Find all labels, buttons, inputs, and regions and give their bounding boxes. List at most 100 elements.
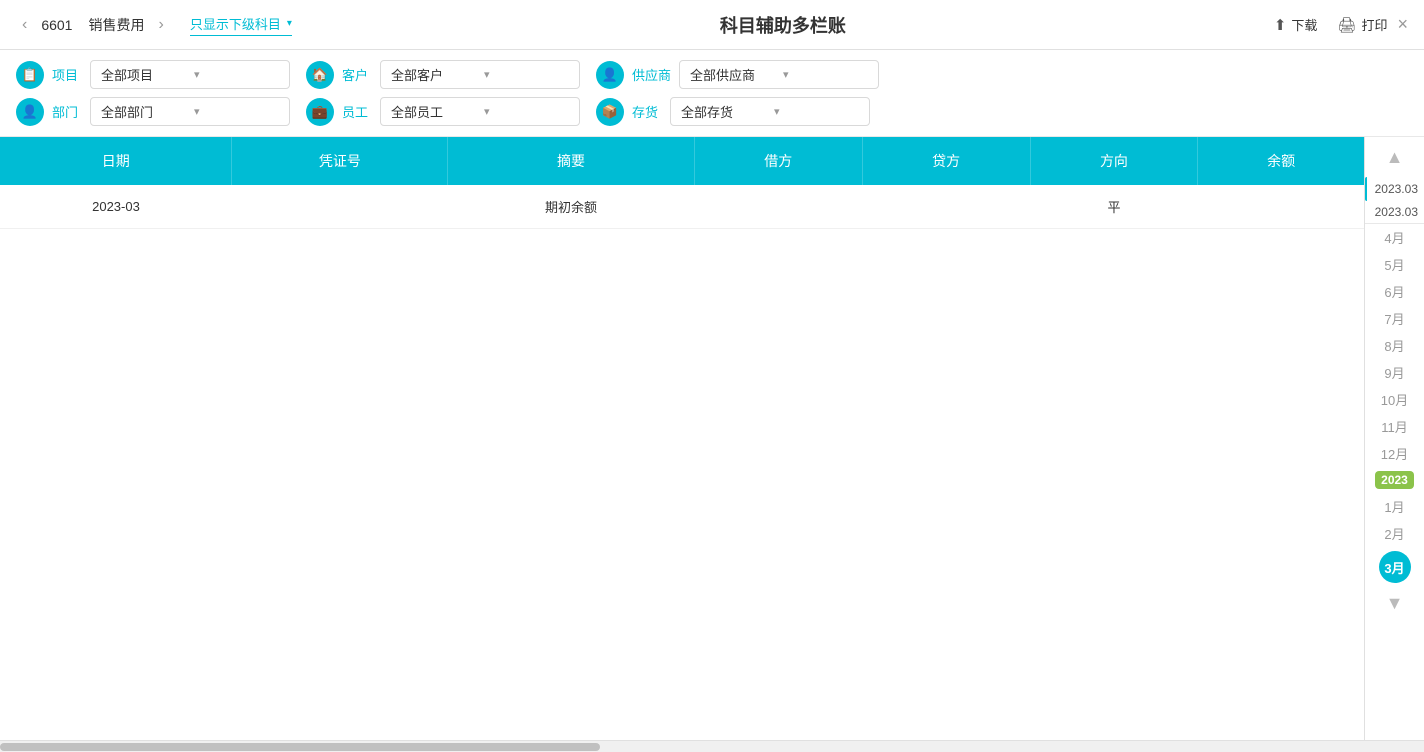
filter-item-supplier: 👤 供应商 全部供应商 ▾ — [596, 60, 879, 89]
project-label: 项目 — [52, 65, 82, 84]
sidebar-month-item[interactable]: 3月 — [1365, 547, 1424, 587]
inventory-icon: 📦 — [596, 98, 624, 126]
inventory-label: 存货 — [632, 102, 662, 121]
filter-item-employee: 💼 员工 全部员工 ▾ — [306, 97, 580, 126]
print-label: 打印 — [1361, 15, 1387, 34]
col-debit: 借方 — [694, 137, 862, 185]
sidebar-month-item[interactable]: 5月 — [1365, 251, 1424, 278]
sidebar-month-item[interactable]: 8月 — [1365, 332, 1424, 359]
employee-label: 员工 — [342, 102, 372, 121]
customer-chevron-icon: ▾ — [484, 68, 569, 81]
department-value: 全部部门 — [101, 102, 186, 121]
cell-balance — [1198, 185, 1364, 229]
col-summary: 摘要 — [448, 137, 695, 185]
table-header: 日期 凭证号 摘要 借方 贷方 方向 余额 — [0, 137, 1364, 185]
sidebar-month-item[interactable]: 9月 — [1365, 359, 1424, 386]
main-area: 日期 凭证号 摘要 借方 贷方 方向 余额 2023-03 期初余额 平 ▲ — [0, 137, 1424, 740]
right-sidebar: ▲ 2023.03 2023.03 4月5月6月7月8月9月10月11月12月2… — [1364, 137, 1424, 740]
download-button[interactable]: ⬆ 下载 — [1274, 15, 1318, 34]
prev-account-button[interactable]: ‹ — [16, 14, 33, 36]
account-name: 销售费用 — [88, 15, 144, 35]
customer-icon: 🏠 — [306, 61, 334, 89]
table-body: 2023-03 期初余额 平 — [0, 185, 1364, 229]
cell-direction: 平 — [1030, 185, 1198, 229]
filter-item-department: 👤 部门 全部部门 ▾ — [16, 97, 290, 126]
supplier-value: 全部供应商 — [690, 65, 775, 84]
sidebar-date-2: 2023.03 — [1365, 205, 1424, 219]
department-icon: 👤 — [16, 98, 44, 126]
supplier-chevron-icon: ▾ — [783, 68, 868, 81]
filter-item-inventory: 📦 存货 全部存货 ▾ — [596, 97, 870, 126]
filter-row-2: 👤 部门 全部部门 ▾ 💼 员工 全部员工 ▾ 📦 存货 — [16, 97, 1408, 126]
sidebar-date-1: 2023.03 — [1365, 177, 1424, 201]
inventory-value: 全部存货 — [681, 102, 766, 121]
cell-voucher — [232, 185, 448, 229]
employee-select[interactable]: 全部员工 ▾ — [380, 97, 580, 126]
print-icon: 🖨 — [1337, 16, 1356, 34]
col-voucher: 凭证号 — [232, 137, 448, 185]
cell-debit — [694, 185, 862, 229]
sidebar-date-label-1: 2023.03 — [1369, 182, 1424, 196]
sidebar-month-item[interactable]: 2月 — [1365, 520, 1424, 547]
sidebar-month-item[interactable]: 7月 — [1365, 305, 1424, 332]
scroll-down-button[interactable]: ▼ — [1379, 587, 1411, 619]
supplier-label: 供应商 — [632, 65, 671, 84]
customer-select[interactable]: 全部客户 ▾ — [380, 60, 580, 89]
project-value: 全部项目 — [101, 65, 186, 84]
department-select[interactable]: 全部部门 ▾ — [90, 97, 290, 126]
project-icon: 📋 — [16, 61, 44, 89]
filter-item-project: 📋 项目 全部项目 ▾ — [16, 60, 290, 89]
scrollbar-thumb — [0, 743, 600, 751]
scroll-up-button[interactable]: ▲ — [1379, 141, 1411, 173]
toolbar-actions: ⬆ 下载 🖨 打印 — [1274, 15, 1388, 34]
download-icon: ⬆ — [1274, 16, 1287, 34]
filter-row-1: 📋 项目 全部项目 ▾ 🏠 客户 全部客户 ▾ 👤 供应商 — [16, 60, 1408, 89]
cell-date: 2023-03 — [0, 185, 232, 229]
col-direction: 方向 — [1030, 137, 1198, 185]
download-label: 下载 — [1291, 15, 1317, 34]
sidebar-month-item[interactable]: 10月 — [1365, 386, 1424, 413]
next-account-button[interactable]: › — [152, 14, 169, 36]
page-title: 科目辅助多栏账 — [292, 12, 1274, 38]
table-row[interactable]: 2023-03 期初余额 平 — [0, 185, 1364, 229]
sidebar-months: 4月5月6月7月8月9月10月11月12月20231月2月3月 — [1365, 224, 1424, 587]
inventory-select[interactable]: 全部存货 ▾ — [670, 97, 870, 126]
col-date: 日期 — [0, 137, 232, 185]
print-button[interactable]: 🖨 打印 — [1337, 15, 1387, 34]
customer-label: 客户 — [342, 65, 372, 84]
active-indicator-1 — [1365, 177, 1367, 201]
bottom-scrollbar[interactable] — [0, 740, 1424, 752]
inventory-chevron-icon: ▾ — [774, 105, 859, 118]
supplier-select[interactable]: 全部供应商 ▾ — [679, 60, 879, 89]
filter-item-customer: 🏠 客户 全部客户 ▾ — [306, 60, 580, 89]
sidebar-date-label-2: 2023.03 — [1369, 205, 1424, 219]
col-credit: 贷方 — [862, 137, 1030, 185]
department-label: 部门 — [52, 102, 82, 121]
sidebar-year-badge: 2023 — [1365, 467, 1424, 493]
sidebar-month-item[interactable]: 1月 — [1365, 493, 1424, 520]
show-sub-label: 只显示下级科目 — [190, 14, 281, 33]
col-balance: 余额 — [1198, 137, 1364, 185]
data-table: 日期 凭证号 摘要 借方 贷方 方向 余额 2023-03 期初余额 平 — [0, 137, 1364, 229]
supplier-icon: 👤 — [596, 61, 624, 89]
employee-value: 全部员工 — [391, 102, 476, 121]
show-sub-button[interactable]: 只显示下级科目 ▾ — [190, 14, 292, 36]
project-select[interactable]: 全部项目 ▾ — [90, 60, 290, 89]
sidebar-dates-section: 2023.03 2023.03 — [1365, 173, 1424, 224]
table-area[interactable]: 日期 凭证号 摘要 借方 贷方 方向 余额 2023-03 期初余额 平 — [0, 137, 1364, 740]
main-window: ‹ 6601 销售费用 › 只显示下级科目 ▾ 科目辅助多栏账 ⬆ 下载 🖨 打… — [0, 0, 1424, 752]
department-chevron-icon: ▾ — [194, 105, 279, 118]
project-chevron-icon: ▾ — [194, 68, 279, 81]
close-button[interactable]: × — [1397, 14, 1408, 35]
employee-icon: 💼 — [306, 98, 334, 126]
title-bar: ‹ 6601 销售费用 › 只显示下级科目 ▾ 科目辅助多栏账 ⬆ 下载 🖨 打… — [0, 0, 1424, 50]
filter-area: 📋 项目 全部项目 ▾ 🏠 客户 全部客户 ▾ 👤 供应商 — [0, 50, 1424, 137]
sidebar-month-item[interactable]: 12月 — [1365, 440, 1424, 467]
cell-summary: 期初余额 — [448, 185, 695, 229]
sidebar-month-item[interactable]: 4月 — [1365, 224, 1424, 251]
sidebar-month-item[interactable]: 11月 — [1365, 413, 1424, 440]
employee-chevron-icon: ▾ — [484, 105, 569, 118]
sidebar-month-item[interactable]: 6月 — [1365, 278, 1424, 305]
cell-credit — [862, 185, 1030, 229]
account-code: 6601 — [41, 17, 72, 33]
